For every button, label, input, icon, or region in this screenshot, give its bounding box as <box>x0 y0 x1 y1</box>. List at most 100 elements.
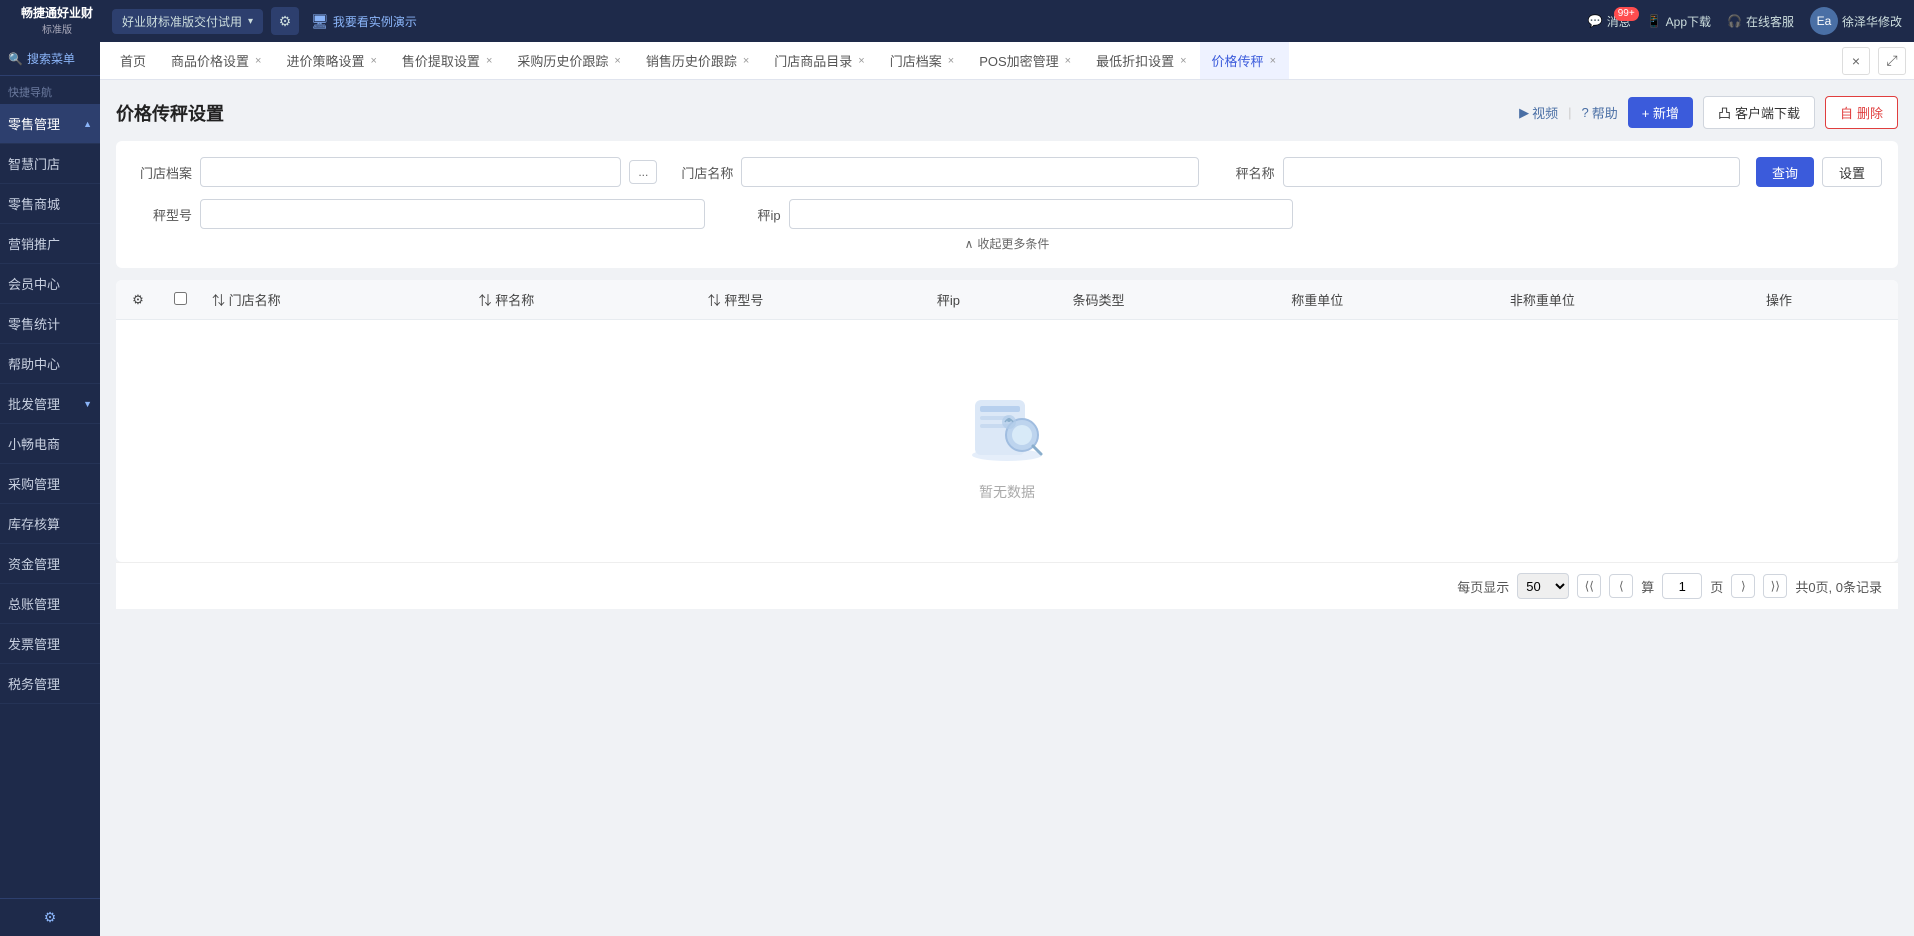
sidebar-item-ecommerce[interactable]: 小畅电商 <box>0 424 100 464</box>
last-page-button[interactable]: ⟩⟩ <box>1763 574 1787 598</box>
tab-min-discount[interactable]: 最低折扣设置 × <box>1084 42 1199 80</box>
close-icon[interactable]: × <box>1180 55 1186 67</box>
tab-home[interactable]: 首页 <box>108 42 159 80</box>
close-icon[interactable]: × <box>255 55 261 67</box>
empty-state: 暂无数据 <box>116 320 1898 562</box>
collapse-bar[interactable]: ∧ 收起更多条件 <box>132 229 1882 252</box>
app-icon: 📱 <box>1647 14 1662 28</box>
tab-store-file[interactable]: 门店档案 × <box>878 42 967 80</box>
scale-ip-input[interactable] <box>789 199 1294 229</box>
delete-button[interactable]: 自 删除 <box>1825 96 1898 129</box>
user-profile-button[interactable]: Ea 徐泽华修改 <box>1810 7 1902 35</box>
sidebar-gear-icon[interactable]: ⚙ <box>0 898 100 936</box>
sidebar-item-label: 税务管理 <box>8 674 60 693</box>
th-scale-ip: 秤ip <box>925 280 1061 320</box>
store-file-input[interactable] <box>200 157 621 187</box>
version-selector[interactable]: 好业财标准版交付试用 ▾ <box>112 9 263 34</box>
sidebar-item-smart-store[interactable]: 智慧门店 <box>0 144 100 184</box>
sidebar-item-retail-stats[interactable]: 零售统计 <box>0 304 100 344</box>
page-header: 价格传秤设置 ▶ 视频 | ? 帮助 + 新增 凸 <box>116 96 1898 129</box>
sidebar-item-purchase[interactable]: 采购管理 <box>0 464 100 504</box>
sidebar-item-wholesale[interactable]: 批发管理 <box>0 384 100 424</box>
close-icon[interactable]: × <box>743 55 749 67</box>
gear-icon: ⚙ <box>132 292 144 307</box>
sidebar-item-finance[interactable]: 资金管理 <box>0 544 100 584</box>
store-name-input[interactable] <box>741 157 1198 187</box>
sidebar-item-member-center[interactable]: 会员中心 <box>0 264 100 304</box>
online-service-button[interactable]: 🎧 在线客服 <box>1727 13 1794 30</box>
scale-model-input[interactable] <box>200 199 705 229</box>
scale-name-input[interactable] <box>1283 157 1740 187</box>
th-checkbox[interactable] <box>160 280 200 320</box>
sidebar-item-retail-management[interactable]: 零售管理 <box>0 104 100 144</box>
th-operation: 操作 <box>1754 280 1898 320</box>
select-all-checkbox[interactable] <box>174 292 187 305</box>
total-records-text: 共0页, 0条记录 <box>1795 577 1882 596</box>
th-weight-unit: 称重单位 <box>1279 280 1498 320</box>
th-store-name[interactable]: ⇅ 门店名称 <box>200 280 467 320</box>
sidebar-item-general-ledger[interactable]: 总账管理 <box>0 584 100 624</box>
close-icon[interactable]: × <box>370 55 376 67</box>
tab-purchase-history[interactable]: 采购历史价跟踪 × <box>505 42 633 80</box>
page-number-input[interactable] <box>1662 573 1702 599</box>
close-icon[interactable]: × <box>948 55 954 67</box>
sidebar-item-label: 资金管理 <box>8 554 60 573</box>
page-size-select[interactable]: 50 10 20 100 <box>1517 573 1569 599</box>
maximize-tab-button[interactable]: ⤢ <box>1878 47 1906 75</box>
scale-ip-filter: 秤ip <box>721 199 1294 229</box>
sidebar-item-retail-mall[interactable]: 零售商城 <box>0 184 100 224</box>
sidebar-item-inventory[interactable]: 库存核算 <box>0 504 100 544</box>
sidebar-item-label: 会员中心 <box>8 274 60 293</box>
add-button[interactable]: + 新增 <box>1628 97 1693 128</box>
store-name-label: 门店名称 <box>673 163 733 182</box>
store-file-label: 门店档案 <box>132 163 192 182</box>
client-download-button[interactable]: 凸 客户端下载 <box>1703 96 1815 129</box>
help-link[interactable]: ? 帮助 <box>1581 103 1617 122</box>
close-icon[interactable]: × <box>1270 55 1276 67</box>
close-icon[interactable]: × <box>486 55 492 67</box>
close-tab-button[interactable]: × <box>1842 47 1870 75</box>
download-icon: 凸 <box>1718 103 1731 122</box>
th-scale-model[interactable]: ⇅ 秤型号 <box>696 280 925 320</box>
demo-link[interactable]: 🖥 我要看实例演示 <box>311 13 417 30</box>
close-icon[interactable]: × <box>858 55 864 67</box>
prev-page-button[interactable]: ⟨ <box>1609 574 1633 598</box>
logo-sub: 标准版 <box>42 21 72 36</box>
scale-model-label: 秤型号 <box>132 205 192 224</box>
close-icon[interactable]: × <box>614 55 620 67</box>
sidebar-item-help-center[interactable]: 帮助中心 <box>0 344 100 384</box>
pagination-bar: 每页显示 50 10 20 100 ⟨⟨ ⟨ 算 页 ⟩ ⟩⟩ 共0页, 0条记… <box>116 562 1898 609</box>
tab-price-scale[interactable]: 价格传秤 × <box>1200 42 1289 80</box>
settings-button[interactable]: 设置 <box>1822 157 1882 187</box>
sidebar-item-marketing[interactable]: 营销推广 <box>0 224 100 264</box>
next-page-button[interactable]: ⟩ <box>1731 574 1755 598</box>
messages-button[interactable]: 💬 消息 99+ <box>1588 13 1631 30</box>
tab-pos-encryption[interactable]: POS加密管理 × <box>967 42 1084 80</box>
th-scale-name[interactable]: ⇅ 秤名称 <box>467 280 696 320</box>
first-page-button[interactable]: ⟨⟨ <box>1577 574 1601 598</box>
close-icon[interactable]: × <box>1065 55 1071 67</box>
chevron-up-icon: ∧ <box>965 237 974 251</box>
th-settings: ⚙ <box>116 280 160 320</box>
data-table: ⚙ ⇅ 门店名称 ⇅ 秤名称 <box>116 280 1898 562</box>
sidebar-item-label: 总账管理 <box>8 594 60 613</box>
app-download-button[interactable]: 📱 App下载 <box>1647 13 1711 30</box>
video-link[interactable]: ▶ 视频 <box>1519 103 1558 122</box>
tab-store-catalog[interactable]: 门店商品目录 × <box>762 42 877 80</box>
query-button[interactable]: 查询 <box>1756 157 1814 187</box>
tab-sales-history[interactable]: 销售历史价跟踪 × <box>634 42 762 80</box>
tab-purchase-strategy[interactable]: 进价策略设置 × <box>274 42 389 80</box>
sidebar: 🔍 搜索菜单 快捷导航 零售管理 智慧门店 零售商城 营销推广 会员中心 零售统… <box>0 42 100 936</box>
logo: 畅捷通好业财 标准版 <box>12 6 102 35</box>
settings-icon[interactable]: ⚙ <box>271 7 299 35</box>
sidebar-search[interactable]: 🔍 搜索菜单 <box>0 42 100 76</box>
sidebar-item-invoice[interactable]: 发票管理 <box>0 624 100 664</box>
store-file-ellipsis[interactable]: ... <box>629 160 657 184</box>
monitor-icon: 🖥 <box>311 13 329 30</box>
tab-product-price[interactable]: 商品价格设置 × <box>159 42 274 80</box>
sidebar-item-tax[interactable]: 税务管理 <box>0 664 100 704</box>
store-name-filter: 门店名称 <box>673 157 1198 187</box>
tab-sale-extract[interactable]: 售价提取设置 × <box>390 42 505 80</box>
per-page-label: 每页显示 <box>1457 577 1509 596</box>
page-label: 页 <box>1710 577 1723 596</box>
